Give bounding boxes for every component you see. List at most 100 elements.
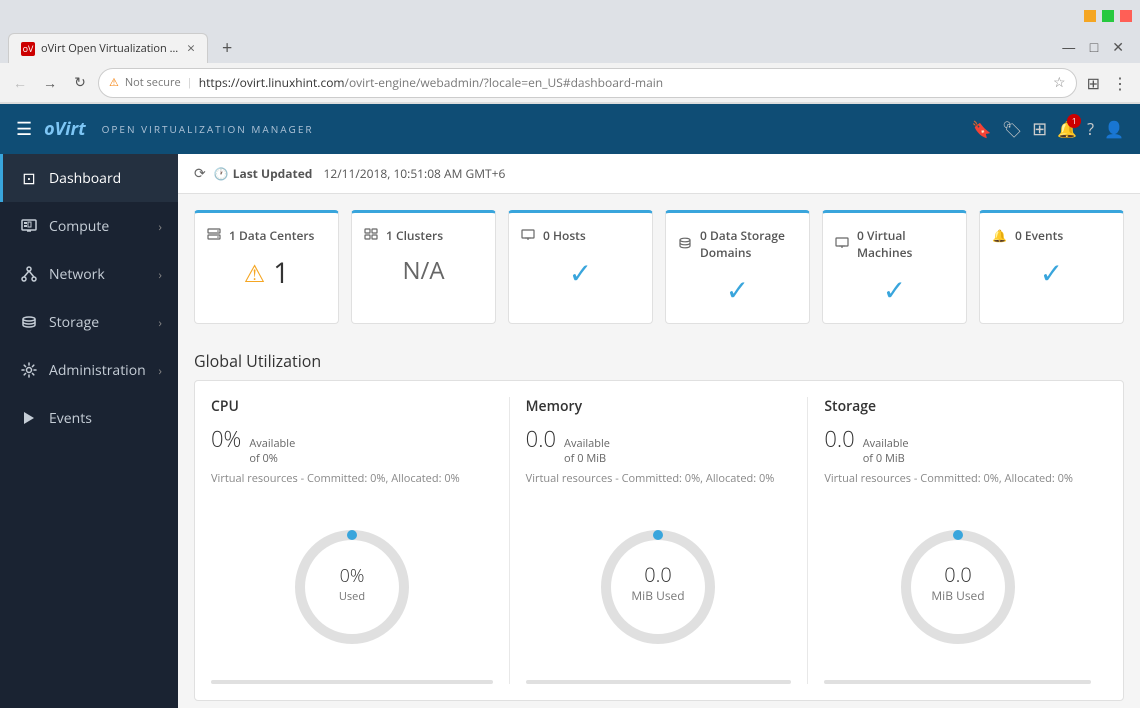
storage-donut-main: 0.0 [944,561,972,588]
data-centers-card[interactable]: 1 Data Centers ⚠ 1 [194,210,339,324]
hosts-card[interactable]: 0 Hosts ✓ [508,210,653,324]
sidebar-item-label-administration: Administration [49,361,148,380]
cpu-note: Virtual resources - Committed: 0%, Alloc… [211,471,493,486]
memory-stats: 0.0 Available of 0 MiB [526,424,792,467]
hosts-icon [521,227,535,244]
last-updated-value: 12/11/2018, 10:51:08 AM GMT+6 [324,165,506,182]
app-subtitle: OPEN VIRTUALIZATION MANAGER [102,122,314,136]
clusters-card[interactable]: 1 Clusters N/A [351,210,496,324]
compute-icon [19,216,39,236]
tab-strip: oV oVirt Open Virtualization Mana... × +… [0,32,1140,63]
data-storage-card[interactable]: 0 Data Storage Domains ✓ [665,210,810,324]
clusters-card-header: 1 Clusters [364,227,483,244]
browser-controls-bar: ← → ↻ ⚠ Not secure | https://ovirt.linux… [0,63,1140,103]
user-menu-icon[interactable]: 👤 [1104,118,1124,140]
administration-chevron-icon: › [158,362,162,379]
close-window-button[interactable]: ✕ [1112,38,1124,57]
storage-donut-chart: 0.0 MiB Used [893,522,1023,652]
tab-close-button[interactable]: × [187,39,195,58]
events-card[interactable]: 🔔 0 Events ✓ [979,210,1124,324]
url-domain: https://ovirt.linuxhint.com [199,74,345,91]
network-chevron-icon: › [158,266,162,283]
data-storage-ok-icon: ✓ [726,271,749,309]
sidebar-item-events[interactable]: Events [0,394,178,442]
memory-bar [526,680,792,684]
browser-action-buttons: ⊞ ⋮ [1083,68,1132,98]
cpu-utilization-column: CPU 0% Available of 0% Virtual resources… [211,397,510,684]
events-card-icon: 🔔 [992,227,1007,244]
vms-card-label: 0 Virtual Machines [857,227,954,261]
logo-brand: oVirt [44,117,85,141]
last-updated-text: 🕐 Last Updated 12/11/2018, 10:51:08 AM G… [214,165,506,182]
tab-title: oVirt Open Virtualization Mana... [41,41,181,56]
events-ok-icon: ✓ [1040,254,1063,292]
data-storage-value: ✓ [678,271,797,309]
memory-donut-container: 0.0 MiB Used [526,502,792,672]
vms-card-header: 0 Virtual Machines [835,227,954,261]
extensions-icon[interactable]: ⊞ [1083,68,1104,98]
memory-utilization-column: Memory 0.0 Available of 0 MiB Virtual re… [510,397,809,684]
data-storage-card-header: 0 Data Storage Domains [678,227,797,261]
help-icon[interactable]: ? [1087,118,1094,140]
cpu-stats: 0% Available of 0% [211,424,493,467]
reload-button[interactable]: ↻ [68,71,92,95]
cpu-donut-chart: 0% Used [287,522,417,652]
app-topbar: ☰ oVirt OPEN VIRTUALIZATION MANAGER 🔖 🏷 … [0,104,1140,154]
hosts-card-label: 0 Hosts [543,227,586,244]
new-tab-button[interactable]: + [212,33,242,63]
back-button[interactable]: ← [8,71,32,95]
dashboard-icon: ⊡ [19,168,39,188]
vms-value: ✓ [835,271,954,309]
vms-card[interactable]: 0 Virtual Machines ✓ [822,210,967,324]
cpu-title: CPU [211,397,493,416]
sidebar-item-administration[interactable]: Administration › [0,346,178,394]
app-wrapper: ☰ oVirt OPEN VIRTUALIZATION MANAGER 🔖 🏷 … [0,104,1140,708]
bookmark-icon[interactable]: 🔖 [972,118,992,140]
cpu-available-label: Available [249,436,295,451]
storage-donut-container: 0.0 MiB Used [824,502,1091,672]
menu-icon[interactable]: ⋮ [1108,68,1132,98]
data-storage-icon [678,236,692,253]
data-centers-number: 1 [273,254,289,292]
clock-icon: 🕐 [214,165,229,182]
hamburger-menu-button[interactable]: ☰ [16,117,32,141]
events-card-header: 🔔 0 Events [992,227,1111,244]
forward-button[interactable]: → [38,71,62,95]
storage-chevron-icon: › [158,314,162,331]
maximize-button[interactable]: □ [1090,38,1098,57]
sidebar-item-network[interactable]: Network › [0,250,178,298]
address-bar[interactable]: ⚠ Not secure | https://ovirt.linuxhint.c… [98,68,1077,98]
summary-cards: 1 Data Centers ⚠ 1 1 Clusters [178,194,1140,340]
notifications-icon[interactable]: 🔔 1 [1057,118,1077,140]
hosts-value: ✓ [521,254,640,292]
clusters-na: N/A [402,254,444,287]
apps-grid-icon[interactable]: ⊞ [1032,117,1047,141]
data-centers-warning-icon: ⚠ [244,257,266,290]
util-grid: CPU 0% Available of 0% Virtual resources… [211,397,1107,684]
cpu-available-sub: of 0% [249,451,295,466]
topbar-icons: 🔖 🏷 ⊞ 🔔 1 ? 👤 [972,117,1124,141]
sidebar-item-label-dashboard: Dashboard [49,169,162,188]
vms-ok-icon: ✓ [883,271,906,309]
bookmark-star-icon[interactable]: ☆ [1053,73,1066,92]
clusters-icon [364,227,378,244]
memory-main-value: 0.0 [526,424,556,454]
minimize-button[interactable]: — [1062,38,1076,57]
data-centers-card-label: 1 Data Centers [229,227,314,244]
cpu-sub: Available of 0% [249,436,295,467]
sidebar-item-compute[interactable]: Compute › [0,202,178,250]
data-centers-card-header: 1 Data Centers [207,227,326,244]
memory-note: Virtual resources - Committed: 0%, Alloc… [526,471,792,486]
tags-icon[interactable]: 🏷 [1002,118,1022,140]
storage-main-value: 0.0 [824,424,854,454]
compute-chevron-icon: › [158,218,162,235]
events-icon [19,408,39,428]
cpu-main-value: 0% [211,424,241,454]
clusters-value: N/A [364,254,483,287]
active-tab[interactable]: oV oVirt Open Virtualization Mana... × [8,33,208,63]
data-centers-icon [207,227,221,244]
network-icon [19,264,39,284]
sidebar-item-storage[interactable]: Storage › [0,298,178,346]
sidebar-item-dashboard[interactable]: ⊡ Dashboard [0,154,178,202]
refresh-icon[interactable]: ⟳ [194,164,206,183]
